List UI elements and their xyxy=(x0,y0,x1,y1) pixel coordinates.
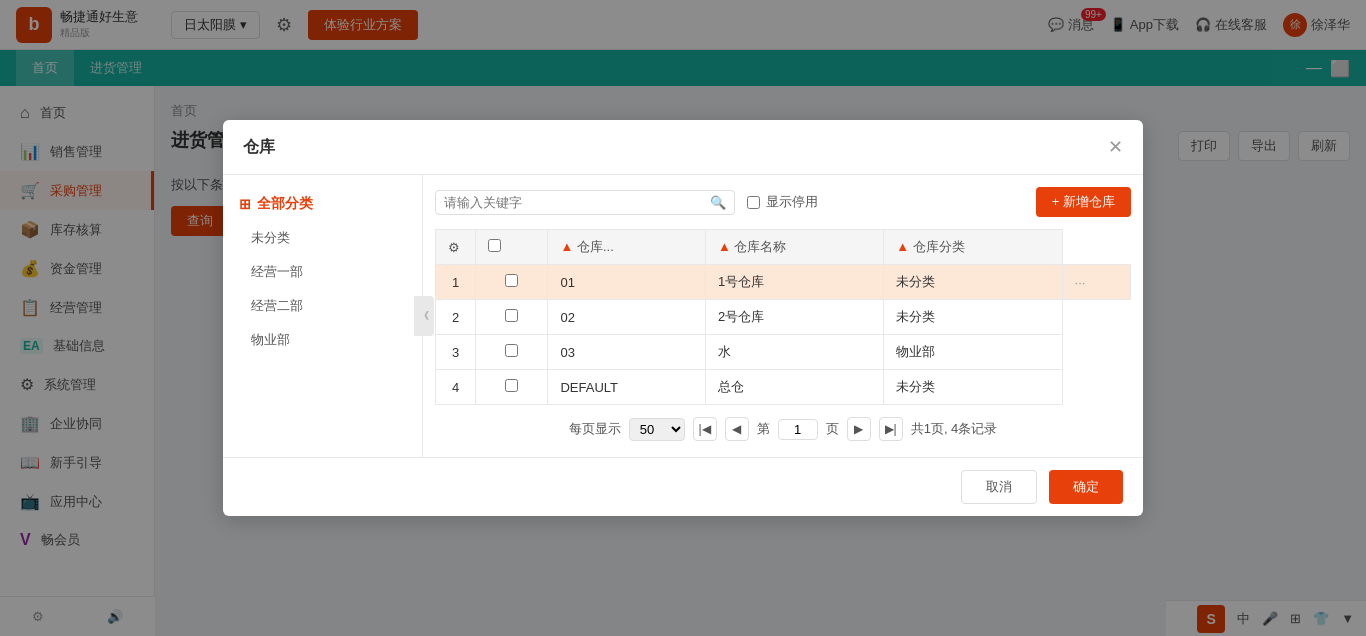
row-code: DEFAULT xyxy=(548,370,705,405)
category-unclassified[interactable]: 未分类 xyxy=(223,221,422,255)
table-row[interactable]: 2 02 2号仓库 未分类 xyxy=(436,300,1131,335)
page-label: 第 xyxy=(757,420,770,438)
new-warehouse-btn[interactable]: + 新增仓库 xyxy=(1036,187,1131,217)
pagination: 每页显示 50 10 20 100 |◀ ◀ 第 页 ▶ ▶| 共1页, 4条记… xyxy=(435,405,1131,445)
page-next-btn[interactable]: ▶ xyxy=(847,417,871,441)
cancel-btn[interactable]: 取消 xyxy=(961,470,1037,504)
row-checkbox[interactable] xyxy=(505,274,518,287)
gear-header-icon[interactable]: ⚙ xyxy=(448,240,460,255)
page-prev-btn[interactable]: ◀ xyxy=(725,417,749,441)
category-panel: ⊞ 全部分类 未分类 经营一部 经营二部 物业部 《 xyxy=(223,175,423,457)
th-check xyxy=(476,230,548,265)
row-name: 水 xyxy=(705,335,883,370)
show-disabled-container: 显示停用 xyxy=(747,193,818,211)
table-body: 1 01 1号仓库 未分类 ··· 2 02 2号仓库 未分类 3 03 水 物… xyxy=(436,265,1131,405)
modal-body: ⊞ 全部分类 未分类 经营一部 经营二部 物业部 《 xyxy=(223,175,1143,457)
table-row[interactable]: 4 DEFAULT 总仓 未分类 xyxy=(436,370,1131,405)
row-num: 1 xyxy=(436,265,476,300)
row-checkbox-cell[interactable] xyxy=(476,335,548,370)
table-header-row: ⚙ ▲ 仓库... ▲ 仓库名称 xyxy=(436,230,1131,265)
show-disabled-label: 显示停用 xyxy=(766,193,818,211)
row-name: 总仓 xyxy=(705,370,883,405)
confirm-btn[interactable]: 确定 xyxy=(1049,470,1123,504)
per-page-label: 每页显示 xyxy=(569,420,621,438)
sort-icon: ▲ xyxy=(560,239,573,254)
row-category: 物业部 xyxy=(884,335,1062,370)
select-all-checkbox[interactable] xyxy=(488,239,501,252)
table-toolbar: 🔍 显示停用 + 新增仓库 xyxy=(435,187,1131,217)
row-category: 未分类 xyxy=(884,300,1062,335)
row-checkbox[interactable] xyxy=(505,344,518,357)
page-unit: 页 xyxy=(826,420,839,438)
row-checkbox-cell[interactable] xyxy=(476,300,548,335)
search-box: 🔍 xyxy=(435,190,735,215)
th-category[interactable]: ▲ 仓库分类 xyxy=(884,230,1062,265)
search-input[interactable] xyxy=(444,195,704,210)
row-checkbox-cell[interactable] xyxy=(476,265,548,300)
category-ops1[interactable]: 经营一部 xyxy=(223,255,422,289)
page-first-btn[interactable]: |◀ xyxy=(693,417,717,441)
row-checkbox[interactable] xyxy=(505,379,518,392)
row-category: 未分类 xyxy=(884,370,1062,405)
table-panel: 🔍 显示停用 + 新增仓库 ⚙ xyxy=(423,175,1143,457)
warehouse-table: ⚙ ▲ 仓库... ▲ 仓库名称 xyxy=(435,229,1131,405)
per-page-select[interactable]: 50 10 20 100 xyxy=(629,418,685,441)
show-disabled-checkbox[interactable] xyxy=(747,196,760,209)
row-num: 3 xyxy=(436,335,476,370)
row-category: 未分类 xyxy=(884,265,1062,300)
row-code: 02 xyxy=(548,300,705,335)
page-last-btn[interactable]: ▶| xyxy=(879,417,903,441)
th-name[interactable]: ▲ 仓库名称 xyxy=(705,230,883,265)
th-category-label: 仓库分类 xyxy=(913,239,965,254)
th-gear: ⚙ xyxy=(436,230,476,265)
category-property[interactable]: 物业部 xyxy=(223,323,422,357)
all-category-item[interactable]: ⊞ 全部分类 xyxy=(223,187,422,221)
sort-icon-cat: ▲ xyxy=(896,239,909,254)
row-code: 03 xyxy=(548,335,705,370)
sort-icon-name: ▲ xyxy=(718,239,731,254)
search-icon[interactable]: 🔍 xyxy=(710,195,726,210)
table-row[interactable]: 1 01 1号仓库 未分类 ··· xyxy=(436,265,1131,300)
modal-footer: 取消 确定 xyxy=(223,457,1143,516)
row-num: 4 xyxy=(436,370,476,405)
row-name: 1号仓库 xyxy=(705,265,883,300)
modal-header: 仓库 ✕ xyxy=(223,120,1143,175)
table-row[interactable]: 3 03 水 物业部 xyxy=(436,335,1131,370)
row-code: 01 xyxy=(548,265,705,300)
row-num: 2 xyxy=(436,300,476,335)
total-label: 共1页, 4条记录 xyxy=(911,420,998,438)
all-category-label: 全部分类 xyxy=(257,195,313,213)
row-checkbox-cell[interactable] xyxy=(476,370,548,405)
th-code[interactable]: ▲ 仓库... xyxy=(548,230,705,265)
th-name-label: 仓库名称 xyxy=(734,239,786,254)
modal-close-btn[interactable]: ✕ xyxy=(1108,136,1123,158)
modal-title: 仓库 xyxy=(243,137,275,158)
collapse-panel-btn[interactable]: 《 xyxy=(414,296,434,336)
row-checkbox[interactable] xyxy=(505,309,518,322)
grid-icon: ⊞ xyxy=(239,196,251,212)
page-input[interactable] xyxy=(778,419,818,440)
row-name: 2号仓库 xyxy=(705,300,883,335)
row-actions[interactable]: ··· xyxy=(1062,265,1130,300)
th-code-label: 仓库... xyxy=(577,239,614,254)
warehouse-modal: 仓库 ✕ ⊞ 全部分类 未分类 经营一部 经营二部 物业部 《 xyxy=(223,120,1143,516)
category-ops2[interactable]: 经营二部 xyxy=(223,289,422,323)
